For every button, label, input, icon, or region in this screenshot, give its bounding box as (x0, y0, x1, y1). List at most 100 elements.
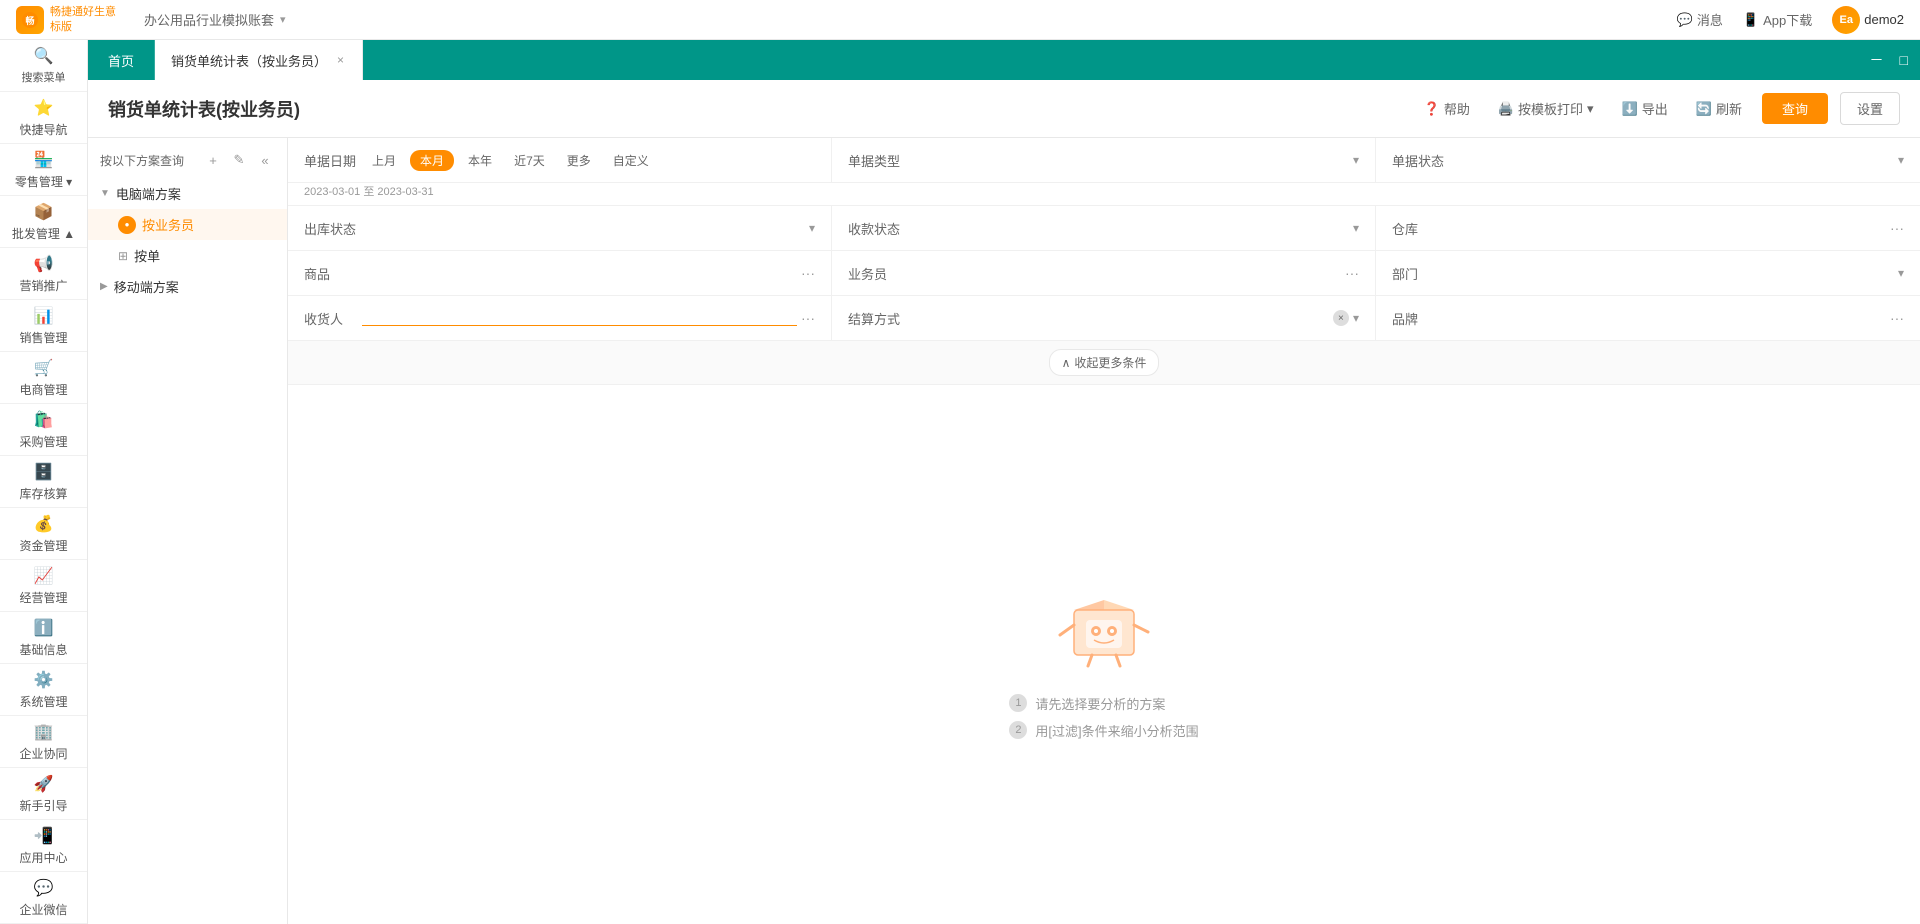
empty-icon (1044, 570, 1164, 670)
payment-dropdown-icon[interactable]: ▾ (1353, 311, 1359, 325)
collapse-panel-button[interactable]: « (255, 150, 275, 170)
nav-path-arrow[interactable]: ▾ (280, 13, 286, 26)
export-button[interactable]: ⬇️ 导出 (1614, 95, 1676, 122)
settings-button[interactable]: 设置 (1840, 92, 1900, 125)
add-scheme-button[interactable]: + (203, 150, 223, 170)
sidebar-inventory[interactable]: 🗄️ 库存核算 (0, 456, 87, 508)
sidebar-ecommerce-label: 电商管理 (19, 381, 67, 398)
sidebar-purchase[interactable]: 🛍️ 采购管理 (0, 404, 87, 456)
tab-home[interactable]: 首页 (88, 40, 155, 80)
outbound-dropdown-icon[interactable]: ▾ (809, 221, 815, 235)
filter-cell-warehouse: 仓库 ··· (1376, 206, 1920, 250)
warehouse-value: ··· (1450, 220, 1904, 236)
print-button[interactable]: 🖨️ 按模板打印 ▾ (1490, 95, 1602, 122)
sidebar-enterprise[interactable]: 🏢 企业协同 (0, 716, 87, 768)
receipt-dropdown-icon[interactable]: ▾ (1353, 221, 1359, 235)
logo-text: 畅捷通好生意 标版 (50, 5, 116, 34)
tree-desktop-schemes[interactable]: ▼ 电脑端方案 (88, 178, 287, 209)
filter-row-2: 出库状态 ▾ 收款状态 ▾ (288, 206, 1920, 251)
tab-close-icon[interactable]: × (335, 51, 346, 69)
date-range-display: 2023-03-01 至 2023-03-31 (288, 183, 1920, 206)
receiver-dots-icon[interactable]: ··· (801, 310, 815, 326)
department-dropdown-icon[interactable]: ▾ (1898, 266, 1904, 280)
department-input[interactable] (1450, 266, 1894, 281)
outbound-input[interactable] (364, 221, 805, 236)
collapse-button[interactable]: ∧ 收起更多条件 (1049, 349, 1160, 376)
left-panel-title: 按以下方案查询 (100, 152, 184, 169)
tab-maximize-button[interactable]: □ (1896, 48, 1912, 72)
tab-minimize-button[interactable]: － (1866, 46, 1888, 74)
sidebar-marketing[interactable]: 📢 营销推广 (0, 248, 87, 300)
warehouse-input[interactable] (1450, 221, 1886, 236)
product-value: ··· (362, 265, 815, 281)
receiver-input[interactable] (362, 310, 797, 326)
date-this-month[interactable]: 本月 (410, 150, 454, 171)
sidebar-system[interactable]: ⚙️ 系统管理 (0, 664, 87, 716)
date-this-year[interactable]: 本年 (460, 150, 500, 171)
doc-status-dropdown-icon[interactable]: ▾ (1898, 153, 1904, 167)
doc-type-input[interactable] (908, 153, 1349, 168)
empty-hints: 1 请先选择要分析的方案 2 用[过滤]条件来缩小分析范围 (1009, 694, 1198, 740)
filter-cell-outbound: 出库状态 ▾ (288, 206, 832, 250)
sidebar-wholesale[interactable]: 📦 批发管理 ▲ (0, 196, 87, 248)
date-more[interactable]: 更多 (559, 150, 599, 171)
doc-type-dropdown-icon[interactable]: ▾ (1353, 153, 1359, 167)
date-last-month[interactable]: 上月 (364, 150, 404, 171)
filter-cell-doc-type: 单据类型 ▾ (832, 138, 1376, 182)
message-button[interactable]: 💬 消息 (1677, 10, 1723, 29)
tab-active[interactable]: 销货单统计表（按业务员） × (155, 40, 363, 80)
date-last-7days[interactable]: 近7天 (506, 150, 553, 171)
warehouse-dots-icon[interactable]: ··· (1890, 220, 1904, 236)
date-custom[interactable]: 自定义 (605, 150, 657, 171)
brand-input[interactable] (1450, 311, 1886, 326)
sidebar-finance[interactable]: 💰 资金管理 (0, 508, 87, 560)
sidebar-purchase-label: 采购管理 (19, 433, 67, 450)
product-input[interactable] (362, 266, 797, 281)
payment-input[interactable] (908, 311, 1329, 326)
print-arrow-icon: ▾ (1587, 101, 1594, 117)
tree-mobile-schemes[interactable]: ▶ 移动端方案 (88, 271, 287, 302)
sidebar-wechat[interactable]: 💬 企业微信 (0, 872, 87, 924)
basic-icon: ℹ️ (34, 618, 54, 638)
sidebar-operation[interactable]: 📈 经营管理 (0, 560, 87, 612)
left-panel: 按以下方案查询 + ✎ « ▼ 电脑端方案 ● (88, 138, 288, 924)
sidebar-search-label: 搜索菜单 (22, 69, 66, 85)
date-label: 单据日期 (304, 151, 356, 170)
filter-cell-product: 商品 ··· (288, 251, 832, 295)
user-menu[interactable]: Ea demo2 (1832, 6, 1904, 34)
sidebar-search[interactable]: 🔍 搜索菜单 (0, 40, 87, 92)
active-scheme-dot: ● (118, 216, 136, 234)
sidebar-basic[interactable]: ℹ️ 基础信息 (0, 612, 87, 664)
sidebar-quicknav[interactable]: ⭐ 快捷导航 (0, 92, 87, 144)
filter-row-3: 商品 ··· 业务员 ··· (288, 251, 1920, 296)
sidebar-basic-label: 基础信息 (19, 641, 67, 658)
filter-cell-salesperson: 业务员 ··· (832, 251, 1376, 295)
product-dots-icon[interactable]: ··· (801, 265, 815, 281)
doc-status-input[interactable] (1452, 153, 1894, 168)
filter-row-1: 单据日期 上月 本月 本年 近7天 更多 自定义 单据类型 (288, 138, 1920, 183)
help-button[interactable]: ❓ 帮助 (1416, 95, 1478, 122)
brand-label: 品牌 (1392, 309, 1442, 328)
sidebar-newuser[interactable]: 🚀 新手引导 (0, 768, 87, 820)
tree-by-order[interactable]: ⊞ 按单 (88, 240, 287, 271)
payment-clear-button[interactable]: × (1333, 310, 1349, 326)
content-area: 首页 销货单统计表（按业务员） × － □ 销货单统计表(按业务员) ❓ (88, 40, 1920, 924)
refresh-button[interactable]: 🔄 刷新 (1688, 95, 1750, 122)
app-download-button[interactable]: 📱 App下载 (1743, 10, 1812, 29)
salesperson-dots-icon[interactable]: ··· (1345, 265, 1359, 281)
edit-scheme-button[interactable]: ✎ (229, 150, 249, 170)
salesperson-input[interactable] (906, 266, 1341, 281)
tree-by-salesperson[interactable]: ● 按业务员 (88, 209, 287, 240)
receipt-input[interactable] (908, 221, 1349, 236)
logo-icon: 畅 (16, 6, 44, 34)
sidebar-retail[interactable]: 🏪 零售管理 ▾ (0, 144, 87, 196)
sidebar-ecommerce[interactable]: 🛒 电商管理 (0, 352, 87, 404)
top-header: 畅 畅捷通好生意 标版 办公用品行业模拟账套 ▾ 💬 消息 📱 App下载 Ea… (0, 0, 1920, 40)
sidebar-sales[interactable]: 📊 销售管理 (0, 300, 87, 352)
sidebar-apps[interactable]: 📲 应用中心 (0, 820, 87, 872)
brand-dots-icon[interactable]: ··· (1890, 310, 1904, 326)
collapse-arrow-icon: ∧ (1062, 356, 1071, 370)
wechat-icon: 💬 (34, 878, 54, 898)
header-left: 畅 畅捷通好生意 标版 办公用品行业模拟账套 ▾ (16, 5, 286, 34)
query-button[interactable]: 查询 (1762, 93, 1828, 124)
